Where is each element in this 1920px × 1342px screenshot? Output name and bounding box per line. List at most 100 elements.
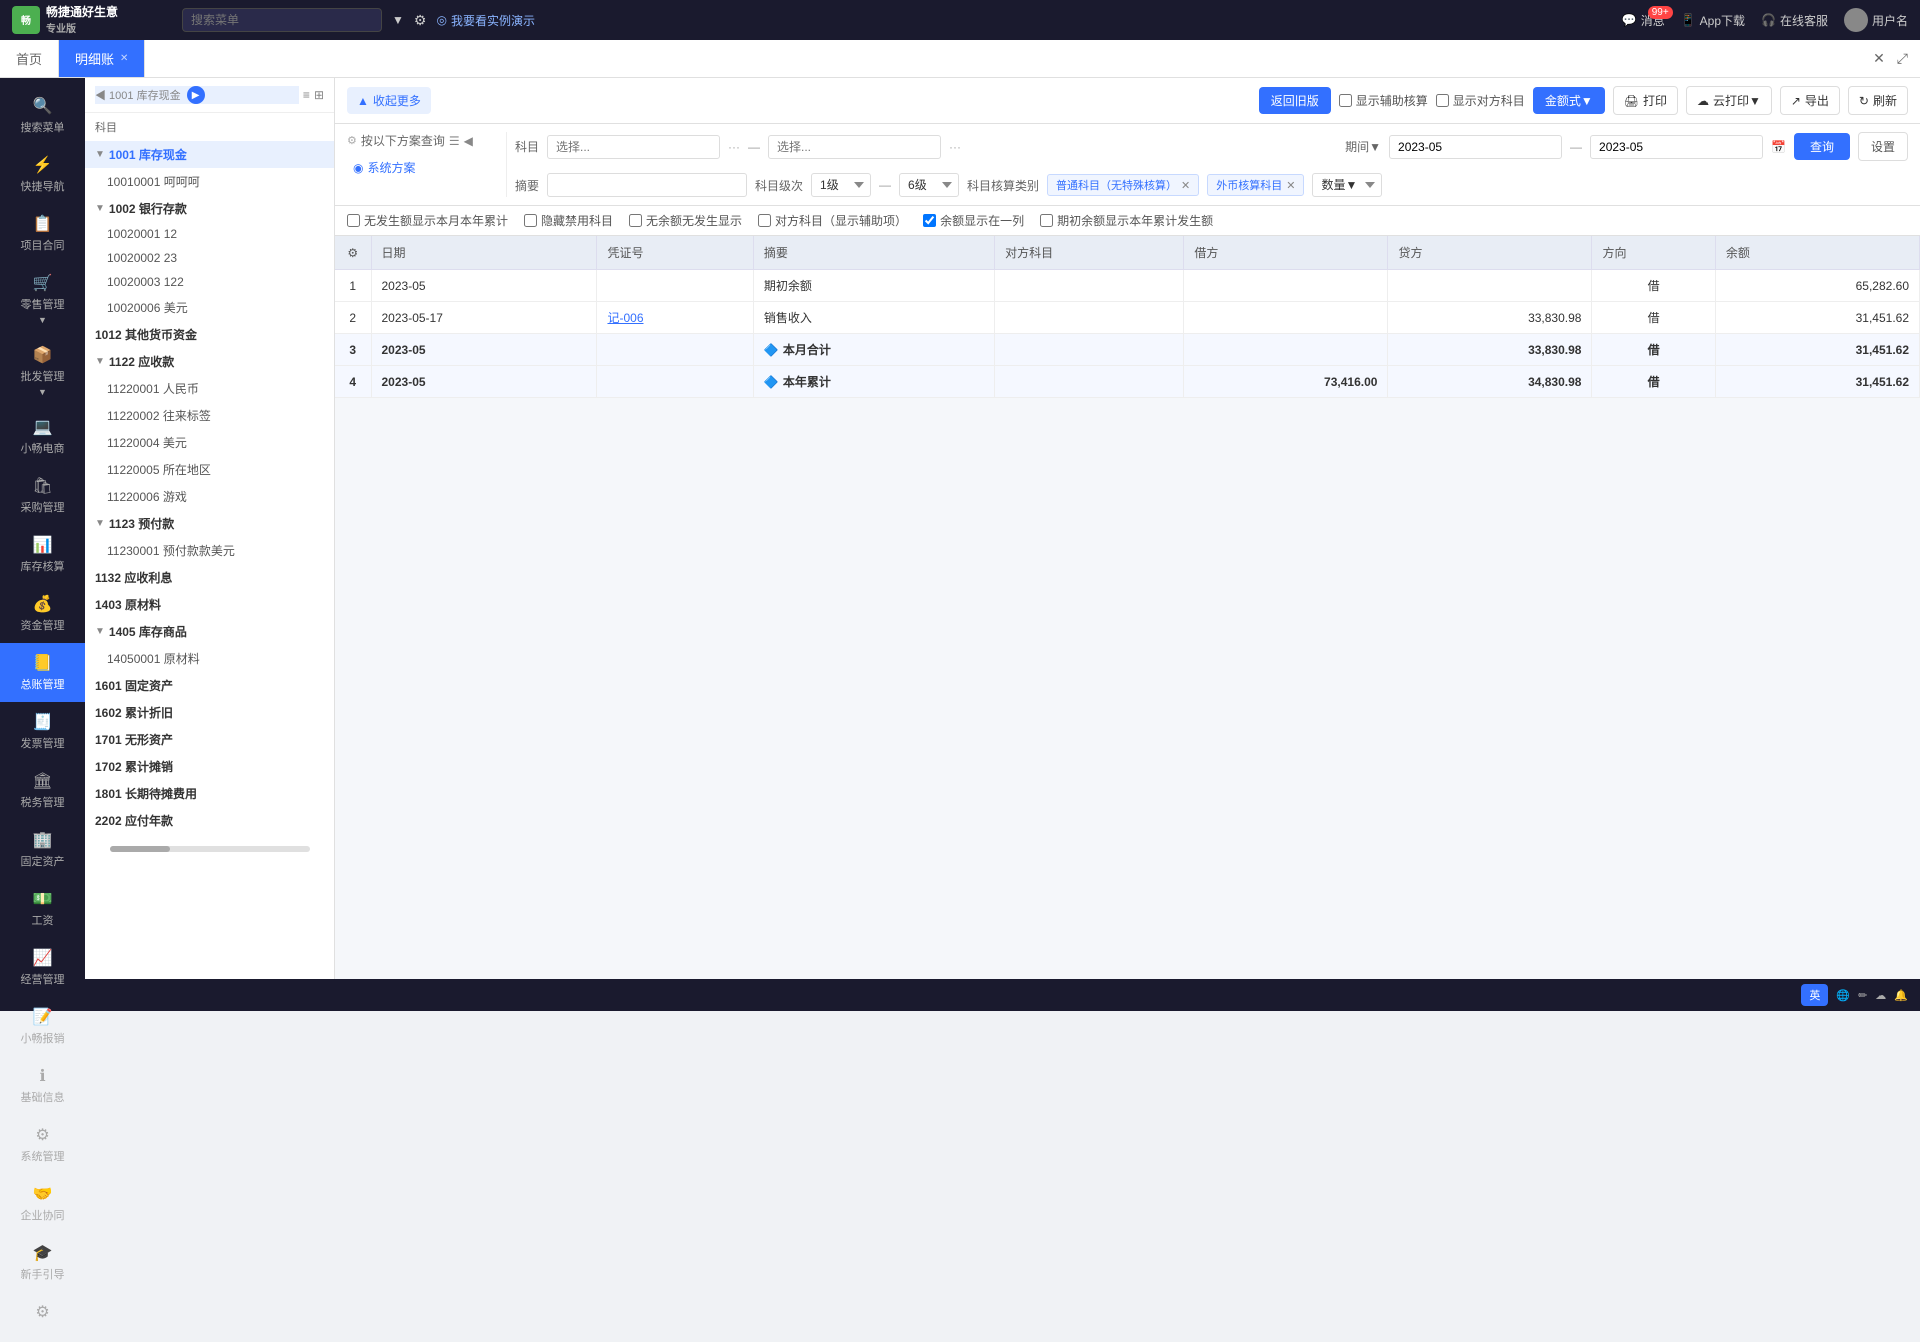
- tree-list-btn[interactable]: ≡: [303, 88, 310, 102]
- top-search-input[interactable]: [182, 8, 382, 32]
- tree-node-1701[interactable]: 1701 无形资产: [85, 726, 334, 753]
- tree-node-1801[interactable]: 1801 长期待摊费用: [85, 780, 334, 807]
- tree-node-10020002[interactable]: 10020002 23: [85, 246, 334, 270]
- tree-node-1012[interactable]: 1012 其他货币资金: [85, 321, 334, 348]
- gear-btn[interactable]: ⚙: [414, 12, 427, 29]
- row-voucher-2[interactable]: 记-006: [597, 302, 753, 334]
- sidebar-item-project[interactable]: 📋 项目合同: [0, 204, 85, 263]
- scheme-collapse-btn[interactable]: ◀: [464, 134, 473, 148]
- show-aux-checkbox[interactable]: 显示辅助核算: [1339, 92, 1428, 109]
- summary-input[interactable]: [547, 173, 747, 197]
- sidebar-item-basic[interactable]: ℹ 基础信息: [0, 1056, 85, 1115]
- period-end-input[interactable]: [1590, 135, 1763, 159]
- sidebar-item-ledger[interactable]: 📒 总账管理: [0, 643, 85, 702]
- print-btn[interactable]: 🖨 打印: [1613, 86, 1678, 115]
- sidebar-item-collab[interactable]: 🤝 企业协同: [0, 1174, 85, 1233]
- tree-nav-btn[interactable]: ▶: [187, 86, 205, 104]
- message-btn[interactable]: 💬 消息 99+: [1622, 12, 1665, 29]
- sidebar-item-purchase[interactable]: 🛍 采购管理: [0, 466, 85, 525]
- tree-node-11220005[interactable]: 11220005 所在地区: [85, 456, 334, 483]
- sidebar-item-invoice[interactable]: 🧾 发票管理: [0, 702, 85, 761]
- win-maximize-btn[interactable]: ⤢: [1893, 50, 1912, 67]
- tree-node-11220002[interactable]: 11220002 往来标签: [85, 402, 334, 429]
- refresh-btn[interactable]: ↻ 刷新: [1848, 86, 1908, 115]
- voucher-link-2[interactable]: 记-006: [607, 311, 643, 325]
- tag-normal-close[interactable]: ✕: [1181, 179, 1190, 192]
- demo-link[interactable]: ◎ 我要看实例演示: [436, 12, 535, 29]
- tree-node-10020003[interactable]: 10020003 122: [85, 270, 334, 294]
- cloud-print-btn[interactable]: ☁ 云打印▼: [1686, 86, 1772, 115]
- win-close-btn[interactable]: ✕: [1869, 50, 1889, 67]
- query-btn[interactable]: 查询: [1794, 133, 1850, 160]
- tree-expand-btn[interactable]: ⊞: [314, 88, 324, 102]
- tab-ledger-close[interactable]: ✕: [120, 53, 128, 64]
- sidebar-item-ecommerce[interactable]: 💻 小畅电商: [0, 407, 85, 466]
- amount-select[interactable]: 数量▼: [1312, 173, 1382, 197]
- return-old-btn[interactable]: 返回旧版: [1259, 87, 1331, 114]
- check-no-balance[interactable]: 无发生额显示本月本年累计: [347, 212, 508, 229]
- check-balance-col[interactable]: 余额显示在一列: [923, 212, 1024, 229]
- tree-node-1702[interactable]: 1702 累计摊销: [85, 753, 334, 780]
- tab-home[interactable]: 首页: [0, 40, 59, 77]
- bottom-icon-globe[interactable]: 🌐: [1836, 989, 1850, 1002]
- tree-node-11220001[interactable]: 11220001 人民币: [85, 375, 334, 402]
- tree-node-14050001[interactable]: 14050001 原材料: [85, 645, 334, 672]
- tree-node-1122[interactable]: ▼ 1122 应收款: [85, 348, 334, 375]
- search-dropdown-btn[interactable]: ▼: [392, 13, 404, 27]
- bottom-icon-edit[interactable]: ✏: [1858, 989, 1867, 1002]
- tag-foreign-close[interactable]: ✕: [1286, 179, 1295, 192]
- tree-node-1002[interactable]: ▼ 1002 银行存款: [85, 195, 334, 222]
- tree-node-1405[interactable]: ▼ 1405 库存商品: [85, 618, 334, 645]
- tree-scrollbar[interactable]: [110, 846, 310, 852]
- sidebar-item-retail[interactable]: 🛒 零售管理 ▼: [0, 263, 85, 335]
- show-opposite-checkbox[interactable]: 显示对方科目: [1436, 92, 1525, 109]
- tree-scrollbar-thumb[interactable]: [110, 846, 170, 852]
- sidebar-item-quicknav[interactable]: ⚡ 快捷导航: [0, 145, 85, 204]
- tree-node-11220004[interactable]: 11220004 美元: [85, 429, 334, 456]
- tree-node-1403[interactable]: 1403 原材料: [85, 591, 334, 618]
- sidebar-settings-btn[interactable]: ⚙: [31, 1292, 53, 1332]
- user-area[interactable]: 用户名: [1844, 8, 1908, 32]
- tree-node-2202[interactable]: 2202 应付年款: [85, 807, 334, 834]
- sidebar-item-assets[interactable]: 🏢 固定资产: [0, 820, 85, 879]
- tree-node-1602[interactable]: 1602 累计折旧: [85, 699, 334, 726]
- sidebar-item-wholesale[interactable]: 📦 批发管理 ▼: [0, 335, 85, 407]
- sidebar-item-search[interactable]: 🔍 搜索菜单: [0, 86, 85, 145]
- bottom-icon-cloud[interactable]: ☁: [1875, 989, 1886, 1002]
- export-btn[interactable]: ↗ 导出: [1780, 86, 1840, 115]
- sidebar-item-salary[interactable]: 💵 工资: [0, 879, 85, 938]
- sidebar-item-operation[interactable]: 📈 经营管理: [0, 938, 85, 997]
- check-initial-balance[interactable]: 期初余额显示本年累计发生额: [1040, 212, 1213, 229]
- tree-node-11220006[interactable]: 11220006 游戏: [85, 483, 334, 510]
- tree-node-10010001[interactable]: 10010001 呵呵呵: [85, 168, 334, 195]
- level-end-select[interactable]: 6级5级4级: [899, 173, 959, 197]
- tree-node-1001[interactable]: ▼ 1001 库存现金: [85, 141, 334, 168]
- level-start-select[interactable]: 1级2级3级: [811, 173, 871, 197]
- period-start-input[interactable]: [1389, 135, 1562, 159]
- tree-node-10020001[interactable]: 10020001 12: [85, 222, 334, 246]
- kemu-input[interactable]: [547, 135, 720, 159]
- sidebar-item-expense[interactable]: 📝 小畅报销: [0, 997, 85, 1056]
- app-download-btn[interactable]: 📱 App下载: [1681, 12, 1745, 29]
- sidebar-item-tax[interactable]: 🏛 税务管理: [0, 761, 85, 820]
- plan-item[interactable]: ◉ 系统方案: [347, 155, 496, 180]
- sidebar-item-system[interactable]: ⚙ 系统管理: [0, 1115, 85, 1174]
- tree-node-1132[interactable]: 1132 应收利息: [85, 564, 334, 591]
- scheme-filter-btn[interactable]: ☰: [449, 134, 460, 148]
- online-service-btn[interactable]: 🎧 在线客服: [1761, 12, 1828, 29]
- sidebar-item-inventory[interactable]: 📊 库存核算: [0, 525, 85, 584]
- check-hide-disabled[interactable]: 隐藏禁用科目: [524, 212, 613, 229]
- kemu-input-end[interactable]: [768, 135, 941, 159]
- tree-node-1123[interactable]: ▼ 1123 预付款: [85, 510, 334, 537]
- tab-ledger[interactable]: 明细账 ✕: [59, 40, 145, 77]
- sidebar-item-guide[interactable]: 🎓 新手引导: [0, 1233, 85, 1292]
- check-no-balance2[interactable]: 无余额无发生显示: [629, 212, 742, 229]
- sidebar-item-capital[interactable]: 💰 资金管理: [0, 584, 85, 643]
- bottom-icon-bell[interactable]: 🔔: [1894, 989, 1908, 1002]
- gold-format-btn[interactable]: 金额式▼: [1533, 87, 1605, 114]
- tree-node-1601[interactable]: 1601 固定资产: [85, 672, 334, 699]
- tree-node-11230001[interactable]: 11230001 预付款款美元: [85, 537, 334, 564]
- check-opposite[interactable]: 对方科目（显示辅助项）: [758, 212, 907, 229]
- th-gear[interactable]: ⚙: [335, 236, 371, 270]
- settings-btn[interactable]: 设置: [1858, 132, 1908, 161]
